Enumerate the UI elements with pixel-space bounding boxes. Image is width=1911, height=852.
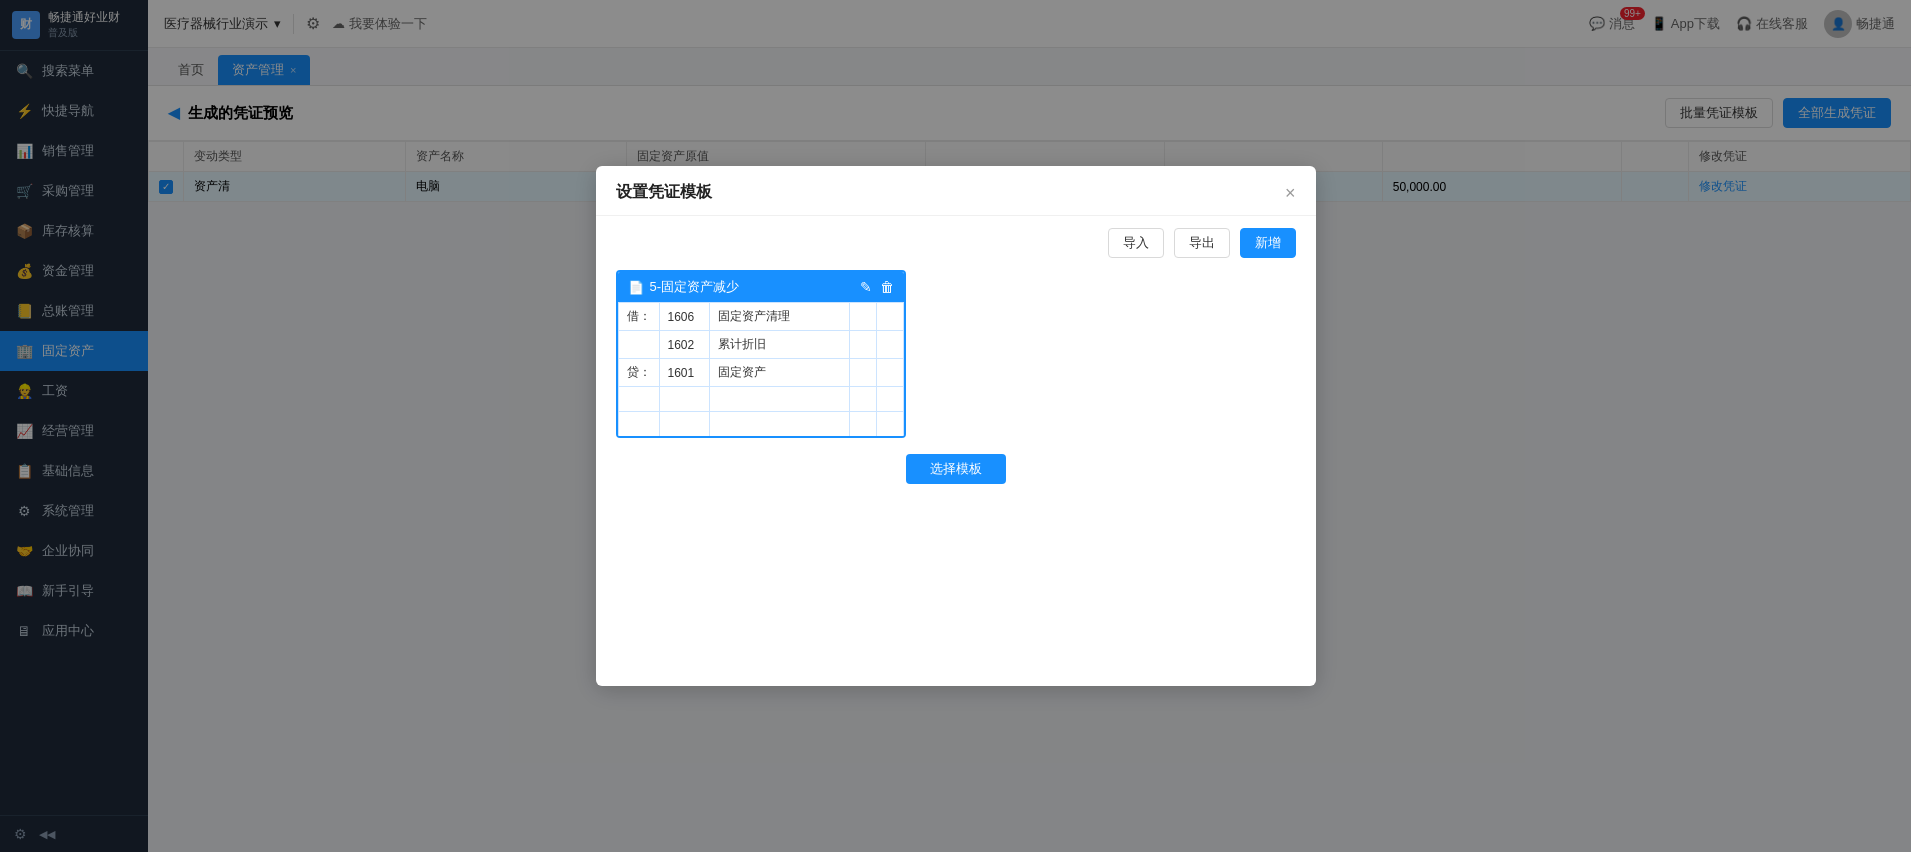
template-empty-row-1 [618, 387, 903, 412]
entry-val6 [876, 359, 903, 387]
delete-icon[interactable]: 🗑 [880, 279, 894, 295]
entry-code-2: 1602 [659, 331, 709, 359]
empty2 [659, 387, 709, 412]
entry-code-1: 1606 [659, 303, 709, 331]
template-empty-row-2 [618, 412, 903, 437]
entry-name-2: 累计折旧 [709, 331, 849, 359]
empty3 [709, 387, 849, 412]
entry-val4 [876, 331, 903, 359]
template-name: 5-固定资产减少 [650, 278, 740, 296]
modal-header: 设置凭证模板 × [596, 166, 1316, 216]
entry-val5 [849, 359, 876, 387]
empty8 [709, 412, 849, 437]
template-doc-icon: 📄 [628, 280, 644, 295]
template-card-header: 📄 5-固定资产减少 ✎ 🗑 [618, 272, 904, 302]
entry-val3 [849, 331, 876, 359]
empty1 [618, 387, 659, 412]
modal-overlay[interactable]: 设置凭证模板 × 导入 导出 新增 📄 5-固定资产减少 ✎ [0, 0, 1911, 852]
template-label: 固定资产减少 [661, 279, 739, 294]
export-button[interactable]: 导出 [1174, 228, 1230, 258]
modal-body: 📄 5-固定资产减少 ✎ 🗑 借： 1606 [596, 270, 1316, 686]
entry-val1 [849, 303, 876, 331]
select-template-button[interactable]: 选择模板 [906, 454, 1006, 484]
template-credit-row-1: 贷： 1601 固定资产 [618, 359, 903, 387]
empty6 [618, 412, 659, 437]
entry-name-1: 固定资产清理 [709, 303, 849, 331]
new-template-button[interactable]: 新增 [1240, 228, 1296, 258]
entry-side-1: 借： [618, 303, 659, 331]
empty9 [849, 412, 876, 437]
template-debit-row-1: 借： 1606 固定资产清理 [618, 303, 903, 331]
modal-set-template: 设置凭证模板 × 导入 导出 新增 📄 5-固定资产减少 ✎ [596, 166, 1316, 686]
empty7 [659, 412, 709, 437]
entry-side-2 [618, 331, 659, 359]
template-actions: ✎ 🗑 [860, 279, 894, 295]
template-card: 📄 5-固定资产减少 ✎ 🗑 借： 1606 [616, 270, 906, 438]
template-debit-row-2: 1602 累计折旧 [618, 331, 903, 359]
empty4 [849, 387, 876, 412]
modal-close-button[interactable]: × [1285, 184, 1296, 202]
template-id: 5 [650, 279, 657, 294]
entry-side-3: 贷： [618, 359, 659, 387]
entry-val2 [876, 303, 903, 331]
entry-code-3: 1601 [659, 359, 709, 387]
empty5 [876, 387, 903, 412]
import-button[interactable]: 导入 [1108, 228, 1164, 258]
template-card-title-area: 📄 5-固定资产减少 [628, 278, 740, 296]
modal-title: 设置凭证模板 [616, 182, 712, 203]
modal-toolbar: 导入 导出 新增 [596, 216, 1316, 270]
entry-name-3: 固定资产 [709, 359, 849, 387]
empty10 [876, 412, 903, 437]
edit-icon[interactable]: ✎ [860, 279, 872, 295]
template-entries-table: 借： 1606 固定资产清理 1602 累计折旧 [618, 302, 904, 436]
